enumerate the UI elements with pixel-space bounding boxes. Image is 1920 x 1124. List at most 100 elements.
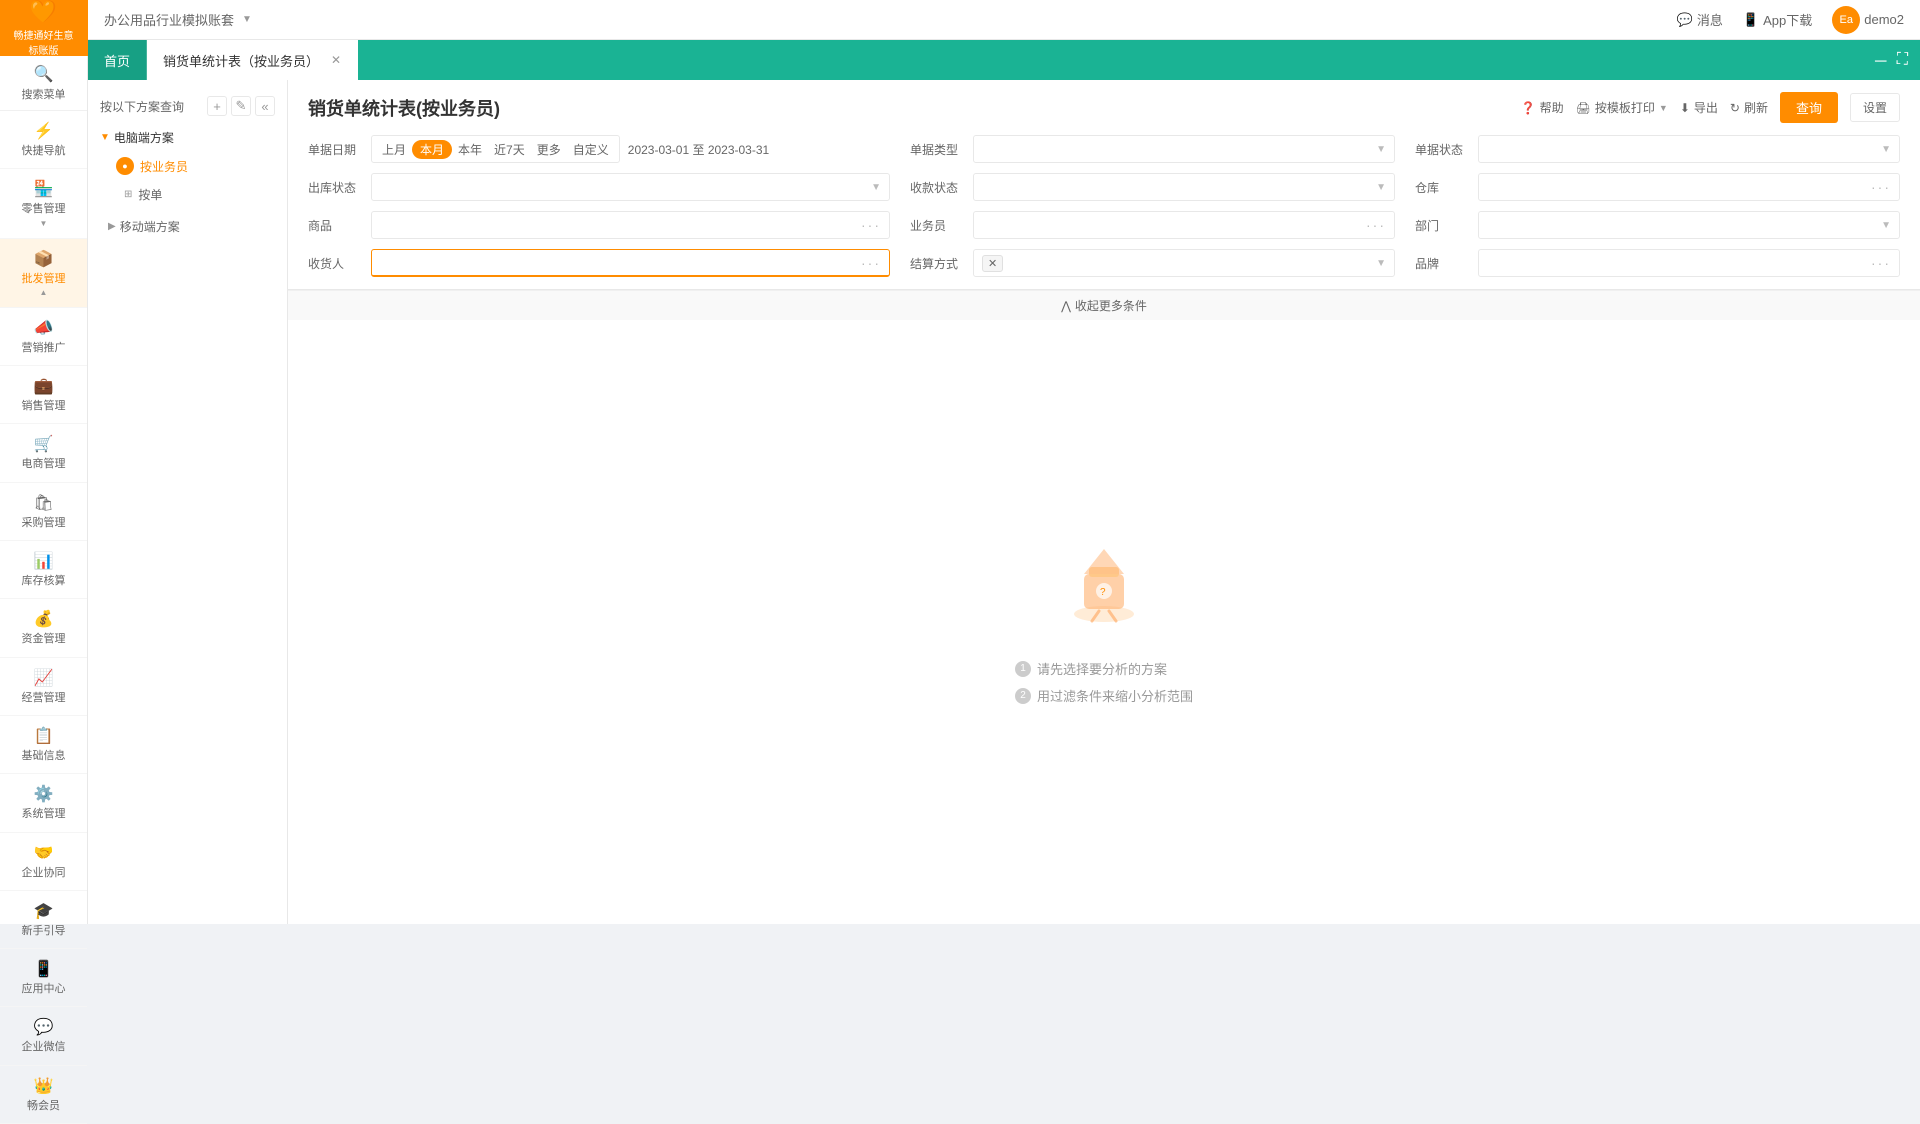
goods-dots: ··· — [861, 217, 881, 233]
print-dropdown-arrow: ▼ — [1659, 103, 1668, 113]
query-btn[interactable]: 查询 — [1780, 92, 1838, 123]
sidebar-item-finance[interactable]: 💰 资金管理 — [0, 599, 87, 657]
sidebar-item-retail[interactable]: 🏪 零售管理 ▼ — [0, 169, 87, 238]
sidebar-item-enterprise-wechat[interactable]: 💬 企业微信 — [0, 1007, 87, 1065]
salesman-input[interactable]: ··· — [973, 211, 1395, 239]
tab-home-label: 首页 — [104, 51, 130, 70]
brand-filter-item: 品牌 ··· — [1415, 249, 1900, 277]
brand-input[interactable]: ··· — [1478, 249, 1900, 277]
empty-tips: 1 请先选择要分析的方案 2 用过滤条件来缩小分析范围 — [1015, 659, 1193, 705]
left-panel-actions: + ✎ « — [207, 96, 275, 116]
date-btn-this-year[interactable]: 本年 — [452, 141, 488, 158]
scheme-by-order[interactable]: ⊞ 按单 — [88, 181, 287, 208]
date-btn-last-month[interactable]: 上月 — [376, 141, 412, 158]
date-btn-more[interactable]: 更多 — [531, 141, 567, 158]
date-btn-custom[interactable]: 自定义 — [567, 141, 615, 158]
settings-btn[interactable]: 设置 — [1850, 93, 1900, 122]
scheme-by-salesman-icon: ● — [116, 157, 134, 175]
sidebar-item-system[interactable]: ⚙️ 系统管理 — [0, 774, 87, 832]
tab-maximize-btn[interactable]: ⛶ — [1897, 51, 1908, 69]
mobile-scheme-group[interactable]: ▶ 移动端方案 — [88, 212, 287, 241]
sidebar-item-inventory[interactable]: 📊 库存核算 — [0, 541, 87, 599]
doc-status-label: 单据状态 — [1415, 141, 1470, 158]
left-panel: 按以下方案查询 + ✎ « ▼ 电脑端方案 ● 按业务员 ⊞ 按单 — [88, 80, 288, 924]
settings-label: 设置 — [1863, 99, 1887, 116]
warehouse-input[interactable]: ··· — [1478, 173, 1900, 201]
tab-home[interactable]: 首页 — [88, 40, 147, 80]
tab-minimize-btn[interactable]: － — [1873, 48, 1889, 72]
base-info-icon: 📋 — [34, 726, 54, 746]
sub-icon: ⊞ — [124, 189, 132, 200]
out-status-label: 出库状态 — [308, 179, 363, 196]
payment-method-tag[interactable]: ✕ — [982, 255, 1003, 272]
sidebar-item-operations[interactable]: 📈 经营管理 — [0, 658, 87, 716]
scheme-by-salesman[interactable]: ● 按业务员 — [88, 151, 287, 181]
empty-tip-2: 2 用过滤条件来缩小分析范围 — [1015, 686, 1193, 705]
sidebar-item-member[interactable]: 👑 畅会员 — [0, 1066, 87, 1124]
user-profile[interactable]: Ea demo2 — [1832, 6, 1904, 34]
warehouse-dots: ··· — [1871, 179, 1891, 195]
app-download-btn[interactable]: 📱 App下载 — [1743, 10, 1812, 29]
tab-close-btn[interactable]: ✕ — [331, 53, 341, 67]
pc-scheme-group-header[interactable]: ▼ 电脑端方案 — [88, 124, 287, 151]
quick-nav[interactable]: ⚡ 快捷导航 — [0, 111, 87, 169]
payment-status-arrow: ▼ — [1376, 182, 1386, 193]
out-status-arrow: ▼ — [871, 182, 881, 193]
newbie-icon: 🎓 — [34, 901, 54, 921]
sidebar-item-sales[interactable]: 💼 销售管理 — [0, 366, 87, 424]
pc-scheme-group: ▼ 电脑端方案 ● 按业务员 ⊞ 按单 — [88, 124, 287, 208]
logo-subtitle: 标账版 — [29, 42, 59, 57]
refresh-btn[interactable]: ↻ 刷新 — [1730, 99, 1768, 116]
sidebar-item-ecommerce[interactable]: 🛒 电商管理 — [0, 424, 87, 482]
wholesale-label: 批发管理 — [22, 272, 66, 286]
tip-text-1: 请先选择要分析的方案 — [1037, 659, 1167, 678]
sidebar-item-enterprise[interactable]: 🤝 企业协同 — [0, 833, 87, 891]
date-range: 2023-03-01 至 2023-03-31 — [628, 141, 769, 158]
doc-type-input[interactable]: ▼ — [973, 135, 1395, 163]
sidebar-item-newbie[interactable]: 🎓 新手引导 — [0, 891, 87, 949]
goods-input[interactable]: ··· — [371, 211, 890, 239]
marketing-label: 营销推广 — [22, 341, 66, 355]
add-scheme-btn[interactable]: + — [207, 96, 227, 116]
finance-label: 资金管理 — [22, 632, 66, 646]
department-input[interactable]: ▼ — [1478, 211, 1900, 239]
search-menu[interactable]: 🔍 搜索菜单 — [0, 56, 87, 111]
ecommerce-icon: 🛒 — [34, 434, 54, 454]
workspace-selector[interactable]: 办公用品行业模拟账套 ▼ — [104, 10, 252, 29]
doc-type-arrow: ▼ — [1376, 144, 1386, 155]
date-btn-7days[interactable]: 近7天 — [488, 141, 531, 158]
sidebar-item-base-info[interactable]: 📋 基础信息 — [0, 716, 87, 774]
print-btn[interactable]: 🖨 按模板打印 ▼ — [1576, 99, 1668, 116]
mobile-group-label: 移动端方案 — [120, 218, 180, 235]
collapse-panel-btn[interactable]: « — [255, 96, 275, 116]
sidebar-item-app-center[interactable]: 📱 应用中心 — [0, 949, 87, 1007]
payment-method-input[interactable]: ✕ ▼ — [973, 249, 1395, 277]
inventory-label: 库存核算 — [22, 574, 66, 588]
sidebar-item-marketing[interactable]: 📣 营销推广 — [0, 308, 87, 366]
empty-state: ? 1 请先选择要分析的方案 2 用过滤条件来缩小分析范围 — [288, 320, 1920, 924]
tip-num-2: 2 — [1015, 688, 1031, 704]
logo-icon: 🧡 — [30, 0, 57, 25]
payment-status-input[interactable]: ▼ — [973, 173, 1395, 201]
sidebar: 🧡 畅捷通好生意 标账版 🔍 搜索菜单 ⚡ 快捷导航 🏪 零售管理 ▼ 📦 批发… — [0, 0, 88, 924]
empty-illustration: ? — [1054, 539, 1154, 639]
export-btn[interactable]: ⬇ 导出 — [1680, 99, 1718, 116]
sidebar-item-wholesale[interactable]: 📦 批发管理 ▲ — [0, 239, 87, 308]
message-btn[interactable]: 💬 消息 — [1677, 10, 1723, 29]
date-btn-this-month[interactable]: 本月 — [412, 140, 452, 159]
warehouse-filter-item: 仓库 ··· — [1415, 173, 1900, 201]
search-menu-label: 搜索菜单 — [22, 86, 66, 102]
tab-sales-stat[interactable]: 销货单统计表（按业务员） ✕ — [147, 40, 358, 80]
out-status-input[interactable]: ▼ — [371, 173, 890, 201]
salesman-filter-item: 业务员 ··· — [910, 211, 1395, 239]
receiver-input[interactable]: ··· — [371, 249, 890, 277]
app-download-icon: 📱 — [1743, 12, 1759, 28]
doc-status-input[interactable]: ▼ — [1478, 135, 1900, 163]
edit-scheme-btn[interactable]: ✎ — [231, 96, 251, 116]
sidebar-item-purchase[interactable]: 🛍 采购管理 — [0, 483, 87, 541]
filter-row-1: 单据日期 上月 本月 本年 近7天 更多 自定义 20 — [308, 135, 1900, 163]
collapse-bar[interactable]: ⋀ 收起更多条件 — [288, 290, 1920, 320]
out-status-filter-item: 出库状态 ▼ — [308, 173, 890, 201]
wholesale-arrow: ▲ — [40, 288, 48, 297]
help-btn[interactable]: ❓ 帮助 — [1521, 99, 1564, 116]
